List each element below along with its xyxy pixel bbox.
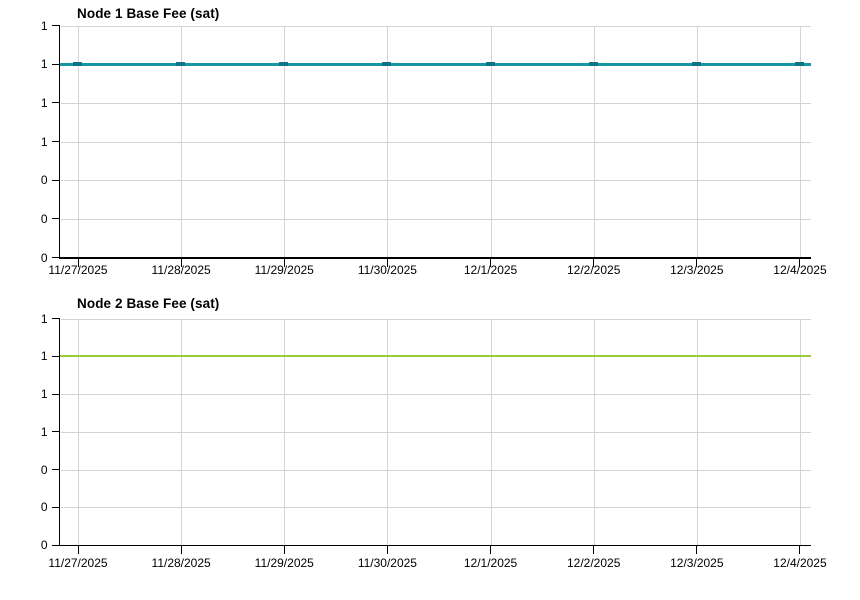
y-tick-label: 0: [40, 500, 48, 515]
horizontal-gridline: [60, 469, 811, 471]
x-axis-line: [58, 544, 811, 546]
x-tick-label: 12/1/2025: [463, 556, 518, 570]
horizontal-gridline: [60, 394, 811, 395]
x-axis-tick: [696, 546, 698, 554]
x-axis-tick: [490, 546, 492, 554]
x-tick-label: 11/27/2025: [48, 556, 108, 570]
y-axis-tick: [51, 469, 60, 470]
horizontal-gridline: [60, 507, 811, 509]
x-axis-tick: [283, 546, 285, 554]
y-tick-label: 1: [40, 424, 48, 439]
x-axis-tick: [593, 546, 595, 554]
x-axis-tick: [180, 546, 182, 554]
horizontal-gridline: [60, 318, 811, 320]
y-axis-tick: [51, 544, 60, 546]
chart2-plot-area: 1 1 1 1 0 0 0 11/27/2025 11/28/2025 11/29/2025 11/…: [0, 0, 860, 600]
y-tick-label: 1: [40, 349, 48, 364]
y-tick-label: 1: [40, 387, 48, 401]
x-axis-tick: [799, 546, 801, 554]
y-tick-label: 0: [40, 462, 48, 477]
series-line-2: [59, 355, 811, 358]
x-tick-label: 12/2/2025: [566, 556, 621, 570]
y-tick-label: 1: [40, 311, 48, 326]
x-axis-tick: [386, 546, 388, 554]
y-axis-tick: [51, 506, 60, 508]
x-tick-label: 11/28/2025: [151, 556, 211, 570]
y-axis-tick: [51, 431, 60, 433]
x-tick-label: 11/30/2025: [357, 556, 417, 570]
y-tick-label: 0: [40, 538, 48, 552]
x-tick-label: 12/4/2025: [773, 556, 827, 570]
horizontal-gridline: [60, 431, 811, 433]
x-tick-label: 11/29/2025: [254, 556, 314, 570]
y-axis-tick: [51, 393, 60, 395]
x-axis-tick: [77, 546, 79, 554]
y-axis-tick: [51, 355, 60, 357]
y-axis-tick: [51, 318, 60, 319]
x-tick-label: 12/3/2025: [670, 556, 724, 570]
base-fee-charts-page: Node 1 Base Fee (sat) 1 1 1 1 0 0 0 11/27/2025 1…: [0, 0, 860, 600]
